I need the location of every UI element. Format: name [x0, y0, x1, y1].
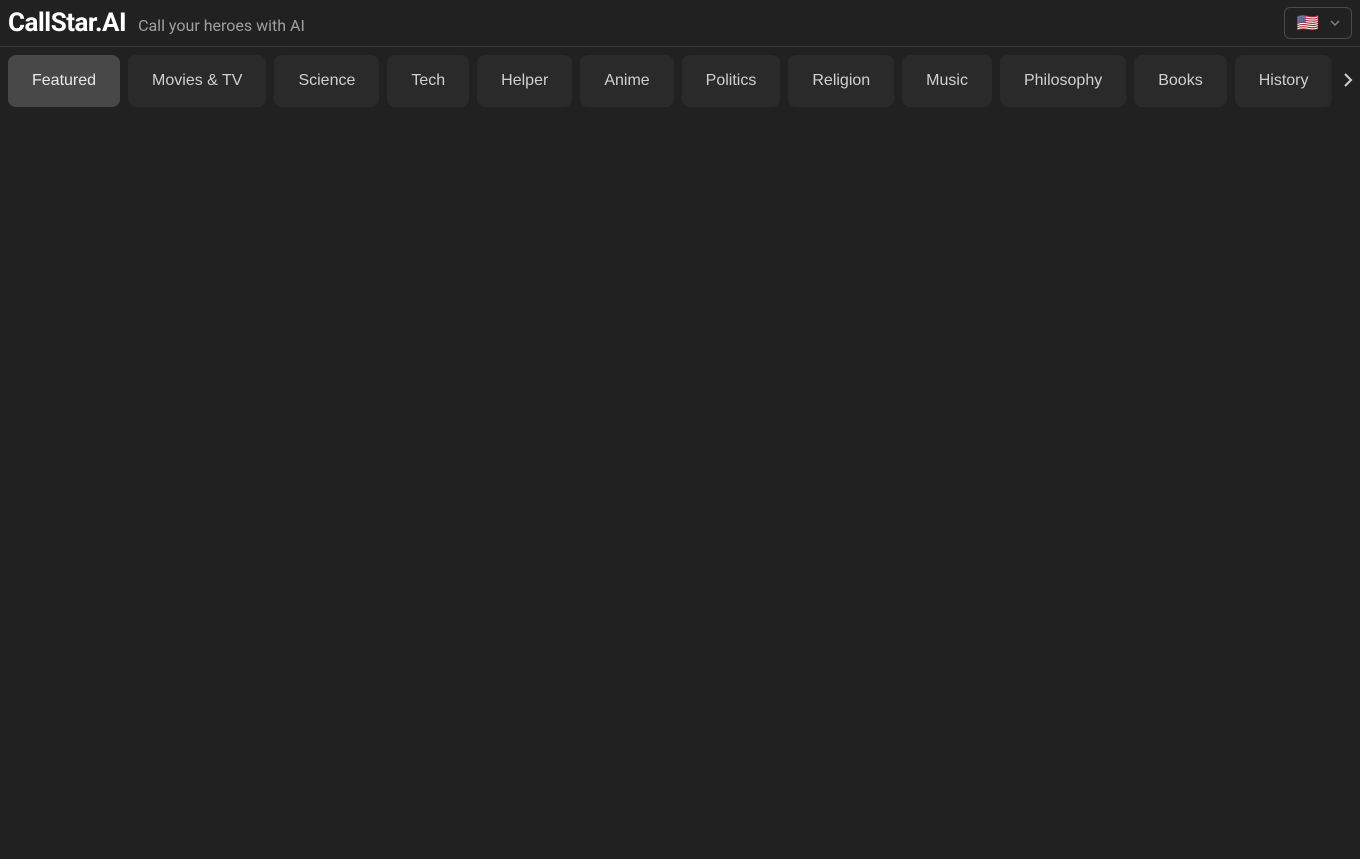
header: CallStar.AI Call your heroes with AI 🇺🇸	[0, 0, 1360, 47]
category-featured[interactable]: Featured	[8, 55, 120, 107]
category-philosophy[interactable]: Philosophy	[1000, 55, 1126, 107]
header-left: CallStar.AI Call your heroes with AI	[8, 8, 305, 38]
category-movies-tv[interactable]: Movies & TV	[128, 55, 266, 107]
category-politics[interactable]: Politics	[682, 55, 781, 107]
chevron-right-icon	[1339, 71, 1357, 92]
category-tech[interactable]: Tech	[387, 55, 469, 107]
category-anime[interactable]: Anime	[580, 55, 673, 107]
flag-icon: 🇺🇸	[1297, 14, 1319, 32]
language-selector[interactable]: 🇺🇸	[1284, 7, 1352, 39]
category-books[interactable]: Books	[1134, 55, 1226, 107]
category-music[interactable]: Music	[902, 55, 992, 107]
chevron-down-icon	[1329, 17, 1341, 29]
category-bar: Featured Movies & TV Science Tech Helper…	[0, 47, 1360, 115]
category-religion[interactable]: Religion	[788, 55, 894, 107]
tagline: Call your heroes with AI	[138, 16, 305, 35]
scroll-right-button[interactable]	[1328, 55, 1360, 107]
category-history[interactable]: History	[1235, 55, 1333, 107]
brand-logo[interactable]: CallStar.AI	[8, 8, 126, 38]
category-helper[interactable]: Helper	[477, 55, 572, 107]
category-science[interactable]: Science	[274, 55, 379, 107]
